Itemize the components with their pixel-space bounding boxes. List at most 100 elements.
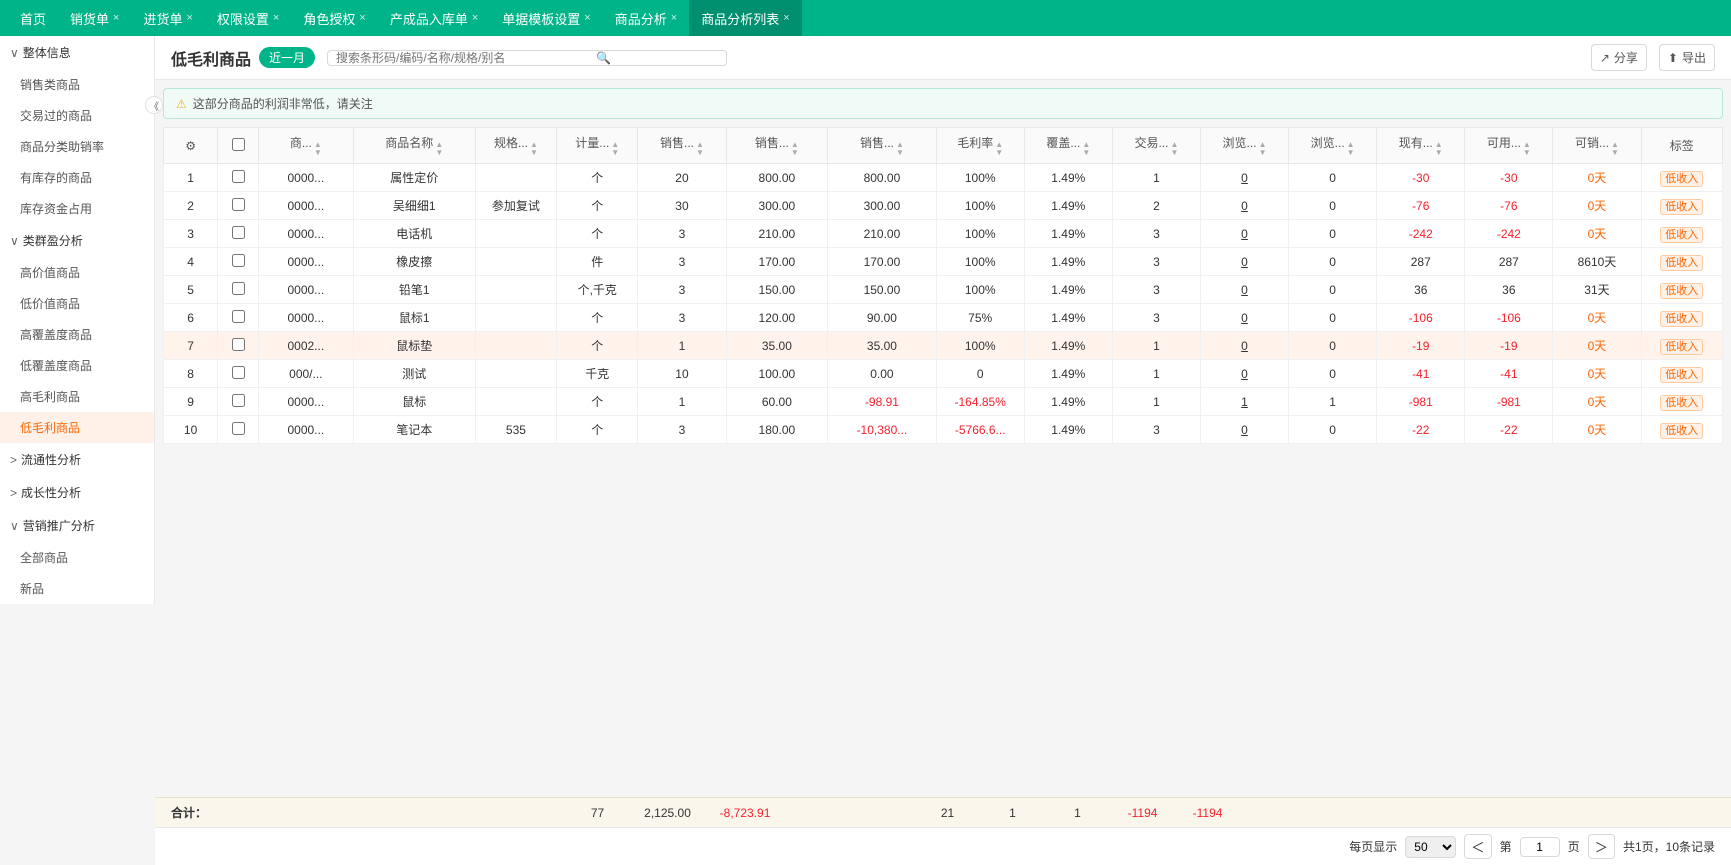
table-cell-4 — [475, 332, 556, 360]
sidebar-group-流通性分析[interactable]: > 流通性分析 — [0, 443, 154, 476]
share-button[interactable]: ↗ 分享 — [1591, 44, 1647, 71]
sidebar-item-有库存的商品[interactable]: 有库存的商品 — [0, 162, 154, 193]
table-cell-2: 000/... — [258, 360, 353, 388]
nav-close-icon[interactable]: × — [584, 12, 590, 24]
nav-close-icon[interactable]: × — [472, 12, 478, 24]
sidebar-item-交易过的商品[interactable]: 交易过的商品 — [0, 100, 154, 131]
search-input[interactable] — [336, 51, 596, 65]
select-all-checkbox[interactable] — [232, 138, 245, 151]
table-cell-5: 个 — [557, 164, 638, 192]
browse1-link[interactable]: 1 — [1241, 395, 1248, 409]
row-checkbox[interactable] — [232, 226, 245, 239]
table-cell-5: 千克 — [557, 360, 638, 388]
search-icon[interactable]: 🔍 — [596, 51, 611, 65]
row-checkbox[interactable] — [232, 422, 245, 435]
browse1-link[interactable]: 0 — [1241, 311, 1248, 325]
col-header-4[interactable]: 规格...▲▼ — [475, 128, 556, 164]
nav-item-商品分析[interactable]: 商品分析× — [603, 0, 689, 36]
sidebar-collapse-button[interactable]: 《 — [145, 96, 163, 114]
nav-close-icon[interactable]: × — [186, 12, 192, 24]
nav-item-角色授权[interactable]: 角色授权× — [291, 0, 377, 36]
table-cell-7: 60.00 — [726, 388, 828, 416]
table-cell-1 — [218, 304, 259, 332]
col-header-13[interactable]: 浏览...▲▼ — [1289, 128, 1377, 164]
sidebar-item-低毛利商品[interactable]: 低毛利商品 — [0, 412, 154, 443]
row-checkbox[interactable] — [232, 310, 245, 323]
row-checkbox[interactable] — [232, 282, 245, 295]
settings-icon[interactable]: ⚙ — [185, 139, 196, 153]
col-header-5[interactable]: 计量...▲▼ — [557, 128, 638, 164]
row-checkbox[interactable] — [232, 394, 245, 407]
nav-item-商品分析列表[interactable]: 商品分析列表× — [689, 0, 801, 36]
sidebar-item-高覆盖度商品[interactable]: 高覆盖度商品 — [0, 319, 154, 350]
period-button[interactable]: 近一月 — [259, 47, 315, 68]
browse1-link[interactable]: 0 — [1241, 199, 1248, 213]
sidebar-group-成长性分析[interactable]: > 成长性分析 — [0, 476, 154, 509]
sidebar-item-高价值商品[interactable]: 高价值商品 — [0, 257, 154, 288]
table-cell-0: 4 — [164, 248, 218, 276]
sidebar-item-低覆盖度商品[interactable]: 低覆盖度商品 — [0, 350, 154, 381]
col-header-6[interactable]: 销售...▲▼ — [638, 128, 726, 164]
sidebar-group-营销推广分析[interactable]: ∨ 营销推广分析 — [0, 509, 154, 542]
browse1-link[interactable]: 0 — [1241, 171, 1248, 185]
nav-item-权限设置[interactable]: 权限设置× — [205, 0, 291, 36]
col-header-10[interactable]: 覆盖...▲▼ — [1024, 128, 1112, 164]
nav-close-icon[interactable]: × — [359, 12, 365, 24]
nav-close-icon[interactable]: × — [671, 12, 677, 24]
next-page-button[interactable]: ＞ — [1588, 834, 1615, 859]
table-area[interactable]: ⚙商...▲▼商品名称▲▼规格...▲▼计量...▲▼销售...▲▼销售...▲… — [163, 127, 1723, 797]
pagination: 每页显示 50 100 200 ＜ 第 页 ＞ 共1页，10条记录 — [155, 827, 1731, 865]
nav-item-单据模板设置[interactable]: 单据模板设置× — [490, 0, 602, 36]
row-checkbox[interactable] — [232, 170, 245, 183]
table-cell-5: 个 — [557, 304, 638, 332]
col-header-15[interactable]: 可用...▲▼ — [1465, 128, 1553, 164]
col-header-2[interactable]: 商...▲▼ — [258, 128, 353, 164]
table-cell-16: 31天 — [1553, 276, 1641, 304]
nav-item-进货单[interactable]: 进货单× — [131, 0, 204, 36]
sidebar-item-商品分类助销率[interactable]: 商品分类助销率 — [0, 131, 154, 162]
sidebar-item-库存资金占用[interactable]: 库存资金占用 — [0, 193, 154, 224]
sidebar-item-销售类商品[interactable]: 销售类商品 — [0, 69, 154, 100]
per-page-label: 每页显示 — [1349, 838, 1397, 855]
col-header-3[interactable]: 商品名称▲▼ — [353, 128, 475, 164]
prev-page-button[interactable]: ＜ — [1464, 834, 1491, 859]
table-cell-3: 测试 — [353, 360, 475, 388]
export-button[interactable]: ⬆ 导出 — [1659, 44, 1715, 71]
browse1-link[interactable]: 0 — [1241, 339, 1248, 353]
nav-close-icon[interactable]: × — [113, 12, 119, 24]
browse1-link[interactable]: 0 — [1241, 367, 1248, 381]
table-cell-4 — [475, 276, 556, 304]
col-header-14[interactable]: 现有...▲▼ — [1377, 128, 1465, 164]
nav-item-首页[interactable]: 首页 — [8, 0, 58, 36]
browse1-link[interactable]: 0 — [1241, 255, 1248, 269]
browse1-link[interactable]: 0 — [1241, 227, 1248, 241]
row-checkbox[interactable] — [232, 366, 245, 379]
sidebar-group-整体信息[interactable]: ∨ 整体信息 — [0, 36, 154, 69]
row-checkbox[interactable] — [232, 254, 245, 267]
footer-cell: -1194 — [1175, 806, 1240, 820]
browse1-link[interactable]: 0 — [1241, 283, 1248, 297]
sidebar-item-全部商品[interactable]: 全部商品 — [0, 542, 154, 573]
nav-item-销货单[interactable]: 销货单× — [58, 0, 131, 36]
col-header-16[interactable]: 可销...▲▼ — [1553, 128, 1641, 164]
nav-item-产成品入库单[interactable]: 产成品入库单× — [378, 0, 490, 36]
nav-close-icon[interactable]: × — [273, 12, 279, 24]
row-checkbox[interactable] — [232, 338, 245, 351]
col-header-11[interactable]: 交易...▲▼ — [1112, 128, 1200, 164]
col-header-7[interactable]: 销售...▲▼ — [726, 128, 828, 164]
main-layout: ∨ 整体信息销售类商品交易过的商品商品分类助销率有库存的商品库存资金占用∨ 类群… — [0, 36, 1731, 865]
table-cell-1 — [218, 388, 259, 416]
col-header-9[interactable]: 毛利率▲▼ — [936, 128, 1024, 164]
sidebar-group-类群盈分析[interactable]: ∨ 类群盈分析 — [0, 224, 154, 257]
browse1-link[interactable]: 0 — [1241, 423, 1248, 437]
row-checkbox[interactable] — [232, 198, 245, 211]
col-header-8[interactable]: 销售...▲▼ — [828, 128, 936, 164]
col-header-12[interactable]: 浏览...▲▼ — [1200, 128, 1288, 164]
content-header: 低毛利商品 近一月 🔍 ↗ 分享 ⬆ 导出 — [155, 36, 1731, 80]
nav-close-icon[interactable]: × — [783, 12, 789, 24]
sidebar-item-新品[interactable]: 新品 — [0, 573, 154, 604]
sidebar-item-低价值商品[interactable]: 低价值商品 — [0, 288, 154, 319]
page-input[interactable] — [1520, 837, 1560, 857]
sidebar-item-高毛利商品[interactable]: 高毛利商品 — [0, 381, 154, 412]
per-page-select[interactable]: 50 100 200 — [1405, 836, 1456, 858]
